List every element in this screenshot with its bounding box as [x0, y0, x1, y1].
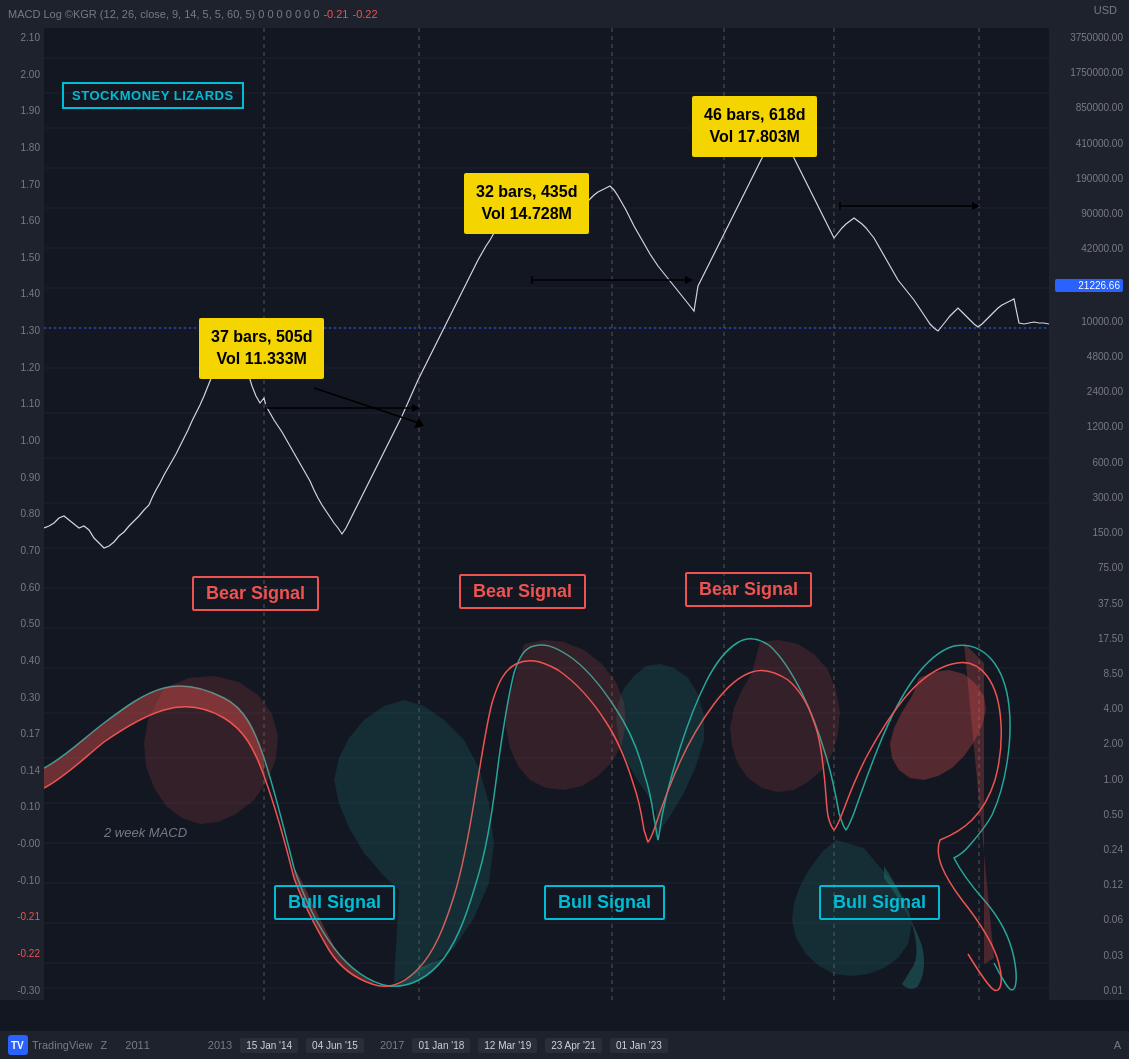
right-axis-label-9: 4800.00	[1055, 351, 1123, 362]
left-axis-label-7: 1.40	[4, 288, 40, 299]
right-axis-label-11: 1200.00	[1055, 421, 1123, 432]
annotation-1-line1: 37 bars, 505d	[211, 328, 312, 345]
left-axis-label-5: 1.60	[4, 215, 40, 226]
right-axis-current-price: 21226.66	[1055, 279, 1123, 292]
right-axis-label-27: 0.01	[1055, 985, 1123, 996]
right-axis-label-3: 410000.00	[1055, 138, 1123, 149]
year-2011: 2011	[125, 1039, 149, 1051]
left-axis-label-15: 0.60	[4, 582, 40, 593]
right-axis-label-18: 8.50	[1055, 668, 1123, 679]
svg-text:TV: TV	[11, 1040, 24, 1051]
left-axis-label-18: 0.30	[4, 692, 40, 703]
left-axis-label-8: 1.30	[4, 325, 40, 336]
right-axis-label-2: 850000.00	[1055, 102, 1123, 113]
right-axis-label-23: 0.24	[1055, 844, 1123, 855]
date-jan18: 01 Jan '18	[412, 1038, 470, 1053]
year-2017: 2017	[380, 1039, 404, 1051]
chart-container: MACD Log ©KGR (12, 26, close, 9, 14, 5, …	[0, 0, 1129, 1059]
annotation-box-3: 46 bars, 618d Vol 17.803M	[692, 96, 817, 157]
annotation-2-line1: 32 bars, 435d	[476, 183, 577, 200]
right-axis-label-14: 150.00	[1055, 527, 1123, 538]
left-axis-label-3: 1.80	[4, 142, 40, 153]
annotation-box-1: 37 bars, 505d Vol 11.333M	[199, 318, 324, 379]
bull-signal-1: Bull Signal	[274, 885, 395, 920]
left-axis-label-22: -0.00	[4, 838, 40, 849]
right-axis-label-21: 1.00	[1055, 774, 1123, 785]
annotation-box-2: 32 bars, 435d Vol 14.728M	[464, 173, 589, 234]
header-neg1: -0.21	[323, 8, 348, 20]
left-axis-label-2: 1.90	[4, 105, 40, 116]
header-bar: MACD Log ©KGR (12, 26, close, 9, 14, 5, …	[0, 0, 1129, 28]
tradingview-text: TradingView	[32, 1039, 93, 1051]
right-axis-label-5: 90000.00	[1055, 208, 1123, 219]
right-axis-label-6: 42000.00	[1055, 243, 1123, 254]
tradingview-icon: TV	[8, 1035, 28, 1055]
date-apr21: 23 Apr '21	[545, 1038, 602, 1053]
left-axis-label-14: 0.70	[4, 545, 40, 556]
bear-signal-2: Bear Signal	[459, 574, 586, 609]
left-axis-label-13: 0.80	[4, 508, 40, 519]
right-axis-label-15: 75.00	[1055, 562, 1123, 573]
left-axis-label-12: 0.90	[4, 472, 40, 483]
bull-signal-3: Bull Signal	[819, 885, 940, 920]
right-axis-label-12: 600.00	[1055, 457, 1123, 468]
right-axis-label-13: 300.00	[1055, 492, 1123, 503]
left-axis: 2.10 2.00 1.90 1.80 1.70 1.60 1.50 1.40 …	[0, 28, 44, 1000]
usd-label: USD	[1094, 4, 1117, 16]
left-axis-label-neg3: -0.30	[4, 985, 40, 996]
stockmoney-label: STOCKMONEY LIZARDS	[62, 82, 244, 109]
left-axis-label-10: 1.10	[4, 398, 40, 409]
year-2013: 2013	[208, 1039, 232, 1051]
left-axis-label-1: 2.00	[4, 69, 40, 80]
right-axis-label-20: 2.00	[1055, 738, 1123, 749]
bear-signal-3: Bear Signal	[685, 572, 812, 607]
annotation-3-line1: 46 bars, 618d	[704, 106, 805, 123]
left-axis-label-23: -0.10	[4, 875, 40, 886]
date-jun15: 04 Jun '15	[306, 1038, 364, 1053]
left-axis-label-4: 1.70	[4, 179, 40, 190]
left-axis-label-17: 0.40	[4, 655, 40, 666]
left-axis-label-11: 1.00	[4, 435, 40, 446]
date-jan14: 15 Jan '14	[240, 1038, 298, 1053]
main-chart: STOCKMONEY LIZARDS 2 week MACD 37 bars, …	[44, 28, 1049, 1000]
bottom-bar: TV TradingView Z 2011 2013 15 Jan '14 04…	[0, 1031, 1129, 1059]
left-axis-label-20: 0.14	[4, 765, 40, 776]
annotation-2-line2: Vol 14.728M	[481, 205, 571, 222]
year-a: A	[1114, 1039, 1121, 1051]
right-axis-label-24: 0.12	[1055, 879, 1123, 890]
right-axis: 3750000.00 1750000.00 850000.00 410000.0…	[1049, 28, 1129, 1000]
right-axis-label-19: 4.00	[1055, 703, 1123, 714]
tradingview-logo: TV TradingView	[8, 1035, 93, 1055]
bull-signal-2: Bull Signal	[544, 885, 665, 920]
left-axis-label-neg1: -0.21	[4, 911, 40, 922]
left-axis-label-neg2: -0.22	[4, 948, 40, 959]
header-neg2: -0.22	[352, 8, 377, 20]
left-axis-label-0: 2.10	[4, 32, 40, 43]
header-title: MACD Log ©KGR (12, 26, close, 9, 14, 5, …	[8, 8, 319, 20]
year-z: Z	[101, 1039, 108, 1051]
date-mar19: 12 Mar '19	[478, 1038, 537, 1053]
date-jan23: 01 Jan '23	[610, 1038, 668, 1053]
left-axis-label-16: 0.50	[4, 618, 40, 629]
right-axis-label-22: 0.50	[1055, 809, 1123, 820]
right-axis-label-0: 3750000.00	[1055, 32, 1123, 43]
annotation-1-line2: Vol 11.333M	[216, 350, 306, 367]
right-axis-label-10: 2400.00	[1055, 386, 1123, 397]
right-axis-label-17: 17.50	[1055, 633, 1123, 644]
bear-signal-1: Bear Signal	[192, 576, 319, 611]
left-axis-label-21: 0.10	[4, 801, 40, 812]
right-axis-label-8: 10000.00	[1055, 316, 1123, 327]
annotation-3-line2: Vol 17.803M	[709, 128, 799, 145]
right-axis-label-25: 0.06	[1055, 914, 1123, 925]
left-axis-label-19: 0.17	[4, 728, 40, 739]
right-axis-label-1: 1750000.00	[1055, 67, 1123, 78]
left-axis-label-9: 1.20	[4, 362, 40, 373]
right-axis-label-26: 0.03	[1055, 950, 1123, 961]
right-axis-label-16: 37.50	[1055, 598, 1123, 609]
right-axis-label-4: 190000.00	[1055, 173, 1123, 184]
left-axis-label-6: 1.50	[4, 252, 40, 263]
macd-2week-label: 2 week MACD	[104, 825, 187, 840]
